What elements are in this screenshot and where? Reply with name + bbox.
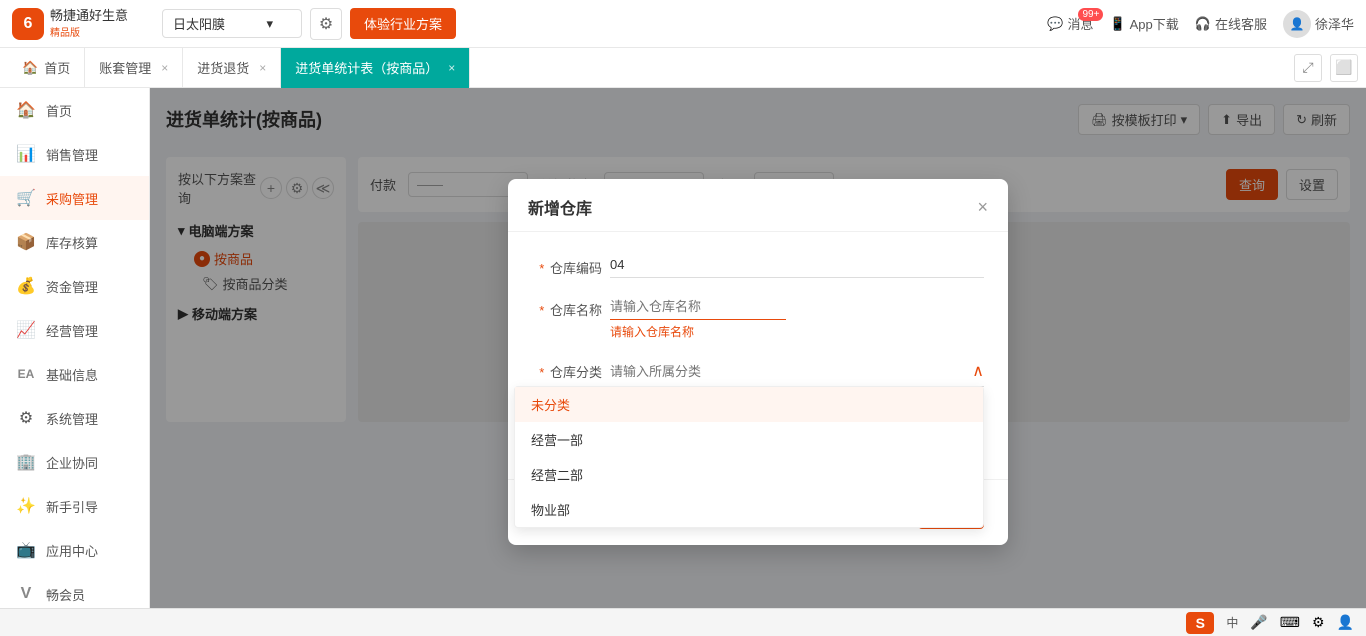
tab-accounts[interactable]: 账套管理 × [85,48,183,88]
sidebar-item-purchase[interactable]: 🛒 采购管理 [0,176,149,220]
finance-icon: 💰 [16,276,36,296]
main-layout: 🏠 首页 📊 销售管理 🛒 采购管理 📦 库存核算 💰 资金管理 📈 经营管理 … [0,88,1366,636]
dropdown-item-none[interactable]: 未分类 [515,387,983,422]
app-name: 畅捷通好生意 [50,8,128,25]
tab-stats[interactable]: 进货单统计表（按商品） × [281,48,470,88]
keyboard-icon: ⌨ [1280,614,1300,631]
code-row: * 仓库编码 [532,252,984,278]
modal-overlay: 新增仓库 × * 仓库编码 [150,88,1366,636]
sidebar-item-finance[interactable]: 💰 资金管理 [0,264,149,308]
trial-button[interactable]: 体验行业方案 [350,8,456,39]
corp-icon: 🏢 [16,452,36,472]
tab-close-accounts[interactable]: × [161,61,168,75]
purchase-icon: 🛒 [16,188,36,208]
chevron-up-icon[interactable]: ∧ [972,361,984,381]
app-download-item[interactable]: 📱 App下载 [1109,14,1178,33]
sales-icon: 📊 [16,144,36,164]
new-warehouse-dialog: 新增仓库 × * 仓库编码 [508,179,1008,545]
message-badge: 99+ [1078,8,1103,21]
message-item[interactable]: 💬 消息 99+ [1047,14,1093,33]
sidebar-item-home[interactable]: 🏠 首页 [0,88,149,132]
tab-close-returns[interactable]: × [259,61,266,75]
user-item[interactable]: 👤 徐泽华 [1283,10,1354,38]
gear-button[interactable]: ⚙ [310,8,342,40]
warehouse-name-input[interactable] [610,294,786,320]
vip-icon: V [16,584,36,604]
category-input[interactable] [610,364,972,379]
sidebar-item-basic[interactable]: EA 基础信息 [0,352,149,396]
dropdown-item-dept2[interactable]: 经营二部 [515,457,983,492]
user-bottom-icon: 👤 [1337,614,1354,631]
stock-icon: 📦 [16,232,36,252]
sidebar-item-ops[interactable]: 📈 经营管理 [0,308,149,352]
warehouse-code-input[interactable] [610,252,984,278]
sidebar-item-apps[interactable]: 📺 应用中心 [0,528,149,572]
settings-bottom-icon: ⚙ [1312,614,1325,631]
tab-expand-button[interactable]: ⬜ [1330,54,1358,82]
name-row: * 仓库名称 请输入仓库名称 [532,294,984,340]
content-area: 进货单统计(按商品) 🖨 按模板打印 ▾ ⬆ 导出 ↻ 刷新 [150,88,1366,636]
mic-icon: 🎤 [1250,614,1267,631]
logo-area: 6 畅捷通好生意 精品版 [12,8,162,40]
apps-icon: 📺 [16,540,36,560]
dropdown-item-dept1[interactable]: 经营一部 [515,422,983,457]
sidebar-item-system[interactable]: ⚙ 系统管理 [0,396,149,440]
category-select[interactable]: ∧ 未分类 经营一部 经营二部 物业部 [610,356,984,387]
service-item[interactable]: 🎧 在线客服 [1195,14,1267,33]
bottom-logo-s: S [1186,612,1214,634]
dropdown-item-dept3[interactable]: 物业部 [515,492,983,527]
logo-icon: 6 [12,8,44,40]
tab-home[interactable]: 🏠 首页 [8,48,85,88]
tab-close-stats[interactable]: × [448,61,455,75]
ops-icon: 📈 [16,320,36,340]
tab-returns[interactable]: 进货退货 × [183,48,281,88]
sidebar-item-sales[interactable]: 📊 销售管理 [0,132,149,176]
system-icon: ⚙ [16,408,36,428]
topbar: 6 畅捷通好生意 精品版 日太阳膜 ▾ ⚙ 体验行业方案 💬 消息 99+ 📱 … [0,0,1366,48]
category-dropdown: 未分类 经营一部 经营二部 物业部 [514,386,984,528]
sidebar: 🏠 首页 📊 销售管理 🛒 采购管理 📦 库存核算 💰 资金管理 📈 经营管理 … [0,88,150,636]
avatar: 👤 [1283,10,1311,38]
guide-icon: ✨ [16,496,36,516]
home-icon: 🏠 [16,100,36,120]
sidebar-item-stock[interactable]: 📦 库存核算 [0,220,149,264]
statusbar: S 中 🎤 ⌨ ⚙ 👤 [0,608,1366,636]
sidebar-item-guide[interactable]: ✨ 新手引导 [0,484,149,528]
app-sub: 精品版 [50,24,128,39]
topbar-right: 💬 消息 99+ 📱 App下载 🎧 在线客服 👤 徐泽华 [1047,10,1354,38]
basic-icon: EA [16,364,36,384]
tab-restore-button[interactable]: ⤢ [1294,54,1322,82]
topbar-center: 日太阳膜 ▾ ⚙ 体验行业方案 [162,8,1047,40]
dialog-close-button[interactable]: × [977,198,988,216]
tabbar: 🏠 首页 账套管理 × 进货退货 × 进货单统计表（按商品） × ⤢ ⬜ [0,48,1366,88]
name-error-msg: 请输入仓库名称 [610,323,786,340]
bottom-lang: 中 [1226,614,1238,631]
sidebar-item-corp[interactable]: 🏢 企业协同 [0,440,149,484]
category-row: * 仓库分类 ∧ 未分类 经营一部 经营二部 物业部 [532,356,984,387]
dialog-title: 新增仓库 [528,195,592,219]
store-select[interactable]: 日太阳膜 ▾ [162,9,302,38]
